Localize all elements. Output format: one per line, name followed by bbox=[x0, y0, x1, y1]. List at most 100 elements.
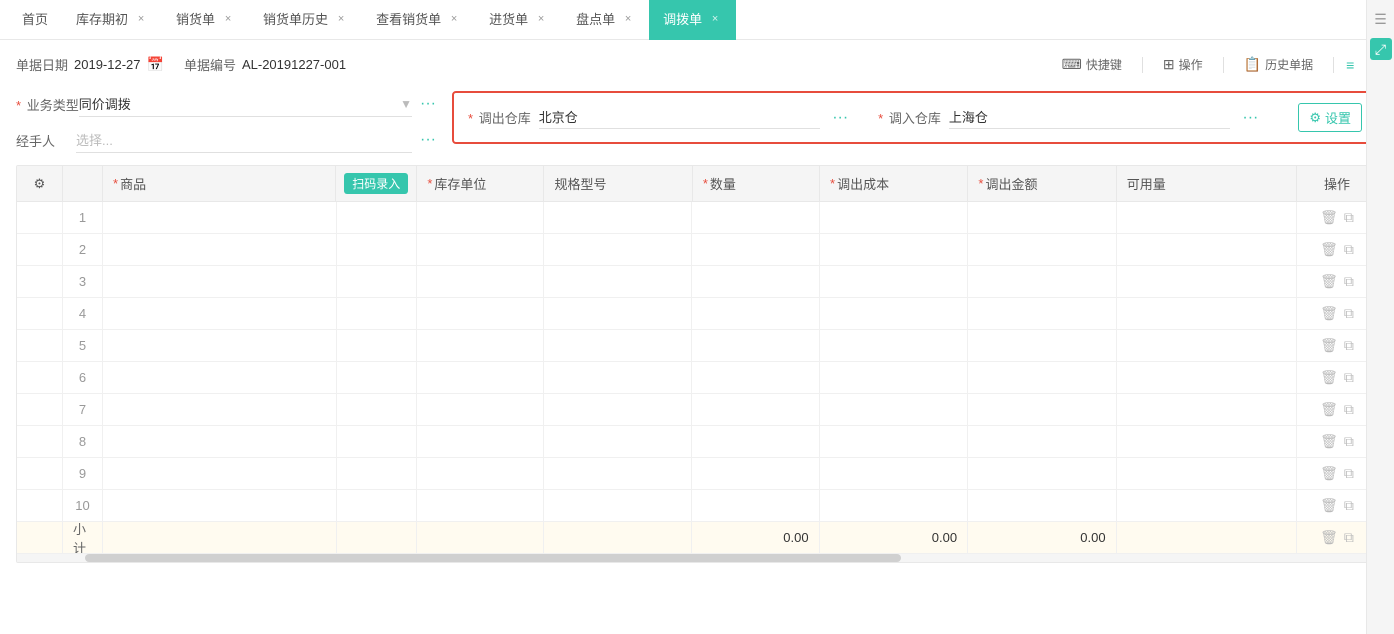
tab-view-sales-close[interactable]: × bbox=[447, 12, 461, 26]
td-amount-4[interactable] bbox=[968, 298, 1117, 329]
td-amount-1[interactable] bbox=[968, 202, 1117, 233]
tab-home[interactable]: 首页 bbox=[8, 0, 62, 40]
td-product-2[interactable] bbox=[103, 234, 337, 265]
business-type-dropdown-icon[interactable]: ▼ bbox=[400, 97, 412, 111]
th-settings[interactable]: ⚙ bbox=[17, 166, 63, 201]
row-delete-icon-8[interactable]: 🗑 bbox=[1320, 433, 1338, 450]
row-copy-icon-1[interactable]: ⧉ bbox=[1344, 209, 1354, 226]
td-product-6[interactable] bbox=[103, 362, 337, 393]
td-unit-7[interactable] bbox=[417, 394, 544, 425]
td-avail-9[interactable] bbox=[1117, 458, 1297, 489]
td-amount-2[interactable] bbox=[968, 234, 1117, 265]
warehouse-in-more-btn[interactable]: ··· bbox=[1242, 109, 1258, 127]
td-avail-10[interactable] bbox=[1117, 490, 1297, 521]
handler-more-btn[interactable]: ··· bbox=[420, 131, 436, 149]
business-type-more-btn[interactable]: ··· bbox=[420, 95, 436, 113]
tab-transfer-order-close[interactable]: × bbox=[708, 12, 722, 26]
business-type-input[interactable]: 同价调拨 ▼ bbox=[79, 91, 412, 117]
td-amount-3[interactable] bbox=[968, 266, 1117, 297]
sidebar-expand-icon[interactable]: ⤢ bbox=[1370, 38, 1392, 60]
tab-transfer-order[interactable]: 调拨单 × bbox=[649, 0, 736, 40]
settings-button[interactable]: ⚙ 设置 bbox=[1298, 103, 1362, 132]
td-avail-2[interactable] bbox=[1117, 234, 1297, 265]
td-cost-8[interactable] bbox=[820, 426, 969, 457]
td-qty-1[interactable] bbox=[692, 202, 819, 233]
scan-button[interactable]: 扫码录入 bbox=[344, 173, 408, 194]
history-button[interactable]: 📋 历史单据 bbox=[1236, 52, 1321, 77]
row-delete-icon-4[interactable]: 🗑 bbox=[1320, 305, 1338, 322]
scroll-area[interactable] bbox=[17, 554, 1377, 562]
td-qty-2[interactable] bbox=[692, 234, 819, 265]
layout-button-1[interactable]: ≡ bbox=[1346, 57, 1354, 73]
row-copy-icon-6[interactable]: ⧉ bbox=[1344, 369, 1354, 386]
td-unit-1[interactable] bbox=[417, 202, 544, 233]
row-delete-icon-7[interactable]: 🗑 bbox=[1320, 401, 1338, 418]
td-unit-4[interactable] bbox=[417, 298, 544, 329]
td-product-3[interactable] bbox=[103, 266, 337, 297]
td-spec-5[interactable] bbox=[544, 330, 693, 361]
td-amount-9[interactable] bbox=[968, 458, 1117, 489]
row-copy-icon-4[interactable]: ⧉ bbox=[1344, 305, 1354, 322]
tab-purchase-order[interactable]: 进货单 × bbox=[475, 0, 562, 40]
td-unit-5[interactable] bbox=[417, 330, 544, 361]
td-qty-9[interactable] bbox=[692, 458, 819, 489]
row-copy-icon-9[interactable]: ⧉ bbox=[1344, 465, 1354, 482]
td-qty-10[interactable] bbox=[692, 490, 819, 521]
td-qty-7[interactable] bbox=[692, 394, 819, 425]
td-cost-3[interactable] bbox=[820, 266, 969, 297]
tab-inventory-check-close[interactable]: × bbox=[621, 12, 635, 26]
td-amount-8[interactable] bbox=[968, 426, 1117, 457]
td-amount-6[interactable] bbox=[968, 362, 1117, 393]
td-spec-3[interactable] bbox=[544, 266, 693, 297]
td-cost-9[interactable] bbox=[820, 458, 969, 489]
td-unit-3[interactable] bbox=[417, 266, 544, 297]
td-cost-5[interactable] bbox=[820, 330, 969, 361]
td-cost-4[interactable] bbox=[820, 298, 969, 329]
tab-sales-history[interactable]: 销货单历史 × bbox=[249, 0, 362, 40]
tab-sales-history-close[interactable]: × bbox=[334, 12, 348, 26]
handler-input[interactable]: 选择... bbox=[76, 127, 412, 153]
warehouse-out-more-btn[interactable]: ··· bbox=[832, 109, 848, 127]
row-copy-icon-5[interactable]: ⧉ bbox=[1344, 337, 1354, 354]
td-unit-6[interactable] bbox=[417, 362, 544, 393]
row-delete-icon-3[interactable]: 🗑 bbox=[1320, 273, 1338, 290]
row-copy-icon-10[interactable]: ⧉ bbox=[1344, 497, 1354, 514]
row-delete-icon-9[interactable]: 🗑 bbox=[1320, 465, 1338, 482]
subtotal-delete-icon[interactable]: 🗑 bbox=[1320, 529, 1338, 546]
td-unit-2[interactable] bbox=[417, 234, 544, 265]
row-copy-icon-7[interactable]: ⧉ bbox=[1344, 401, 1354, 418]
tab-purchase-order-close[interactable]: × bbox=[534, 12, 548, 26]
td-product-4[interactable] bbox=[103, 298, 337, 329]
td-spec-8[interactable] bbox=[544, 426, 693, 457]
td-cost-1[interactable] bbox=[820, 202, 969, 233]
calendar-icon[interactable]: 📅 bbox=[147, 56, 164, 73]
td-amount-5[interactable] bbox=[968, 330, 1117, 361]
sidebar-list-icon[interactable]: ☰ bbox=[1370, 8, 1392, 30]
td-product-7[interactable] bbox=[103, 394, 337, 425]
subtotal-copy-icon[interactable]: ⧉ bbox=[1344, 529, 1354, 546]
tab-inventory-init-close[interactable]: × bbox=[134, 12, 148, 26]
td-qty-3[interactable] bbox=[692, 266, 819, 297]
td-unit-9[interactable] bbox=[417, 458, 544, 489]
td-avail-7[interactable] bbox=[1117, 394, 1297, 425]
td-spec-10[interactable] bbox=[544, 490, 693, 521]
td-amount-7[interactable] bbox=[968, 394, 1117, 425]
td-avail-5[interactable] bbox=[1117, 330, 1297, 361]
td-avail-1[interactable] bbox=[1117, 202, 1297, 233]
td-avail-3[interactable] bbox=[1117, 266, 1297, 297]
td-qty-8[interactable] bbox=[692, 426, 819, 457]
td-spec-9[interactable] bbox=[544, 458, 693, 489]
td-spec-7[interactable] bbox=[544, 394, 693, 425]
row-delete-icon-5[interactable]: 🗑 bbox=[1320, 337, 1338, 354]
td-cost-7[interactable] bbox=[820, 394, 969, 425]
td-avail-8[interactable] bbox=[1117, 426, 1297, 457]
th-scan[interactable]: 扫码录入 bbox=[336, 166, 417, 201]
td-spec-4[interactable] bbox=[544, 298, 693, 329]
row-delete-icon-1[interactable]: 🗑 bbox=[1320, 209, 1338, 226]
tab-inventory-init[interactable]: 库存期初 × bbox=[62, 0, 162, 40]
scroll-thumb[interactable] bbox=[85, 554, 901, 562]
td-avail-4[interactable] bbox=[1117, 298, 1297, 329]
row-copy-icon-8[interactable]: ⧉ bbox=[1344, 433, 1354, 450]
td-cost-6[interactable] bbox=[820, 362, 969, 393]
shortcut-button[interactable]: ⌨ 快捷键 bbox=[1054, 52, 1130, 77]
